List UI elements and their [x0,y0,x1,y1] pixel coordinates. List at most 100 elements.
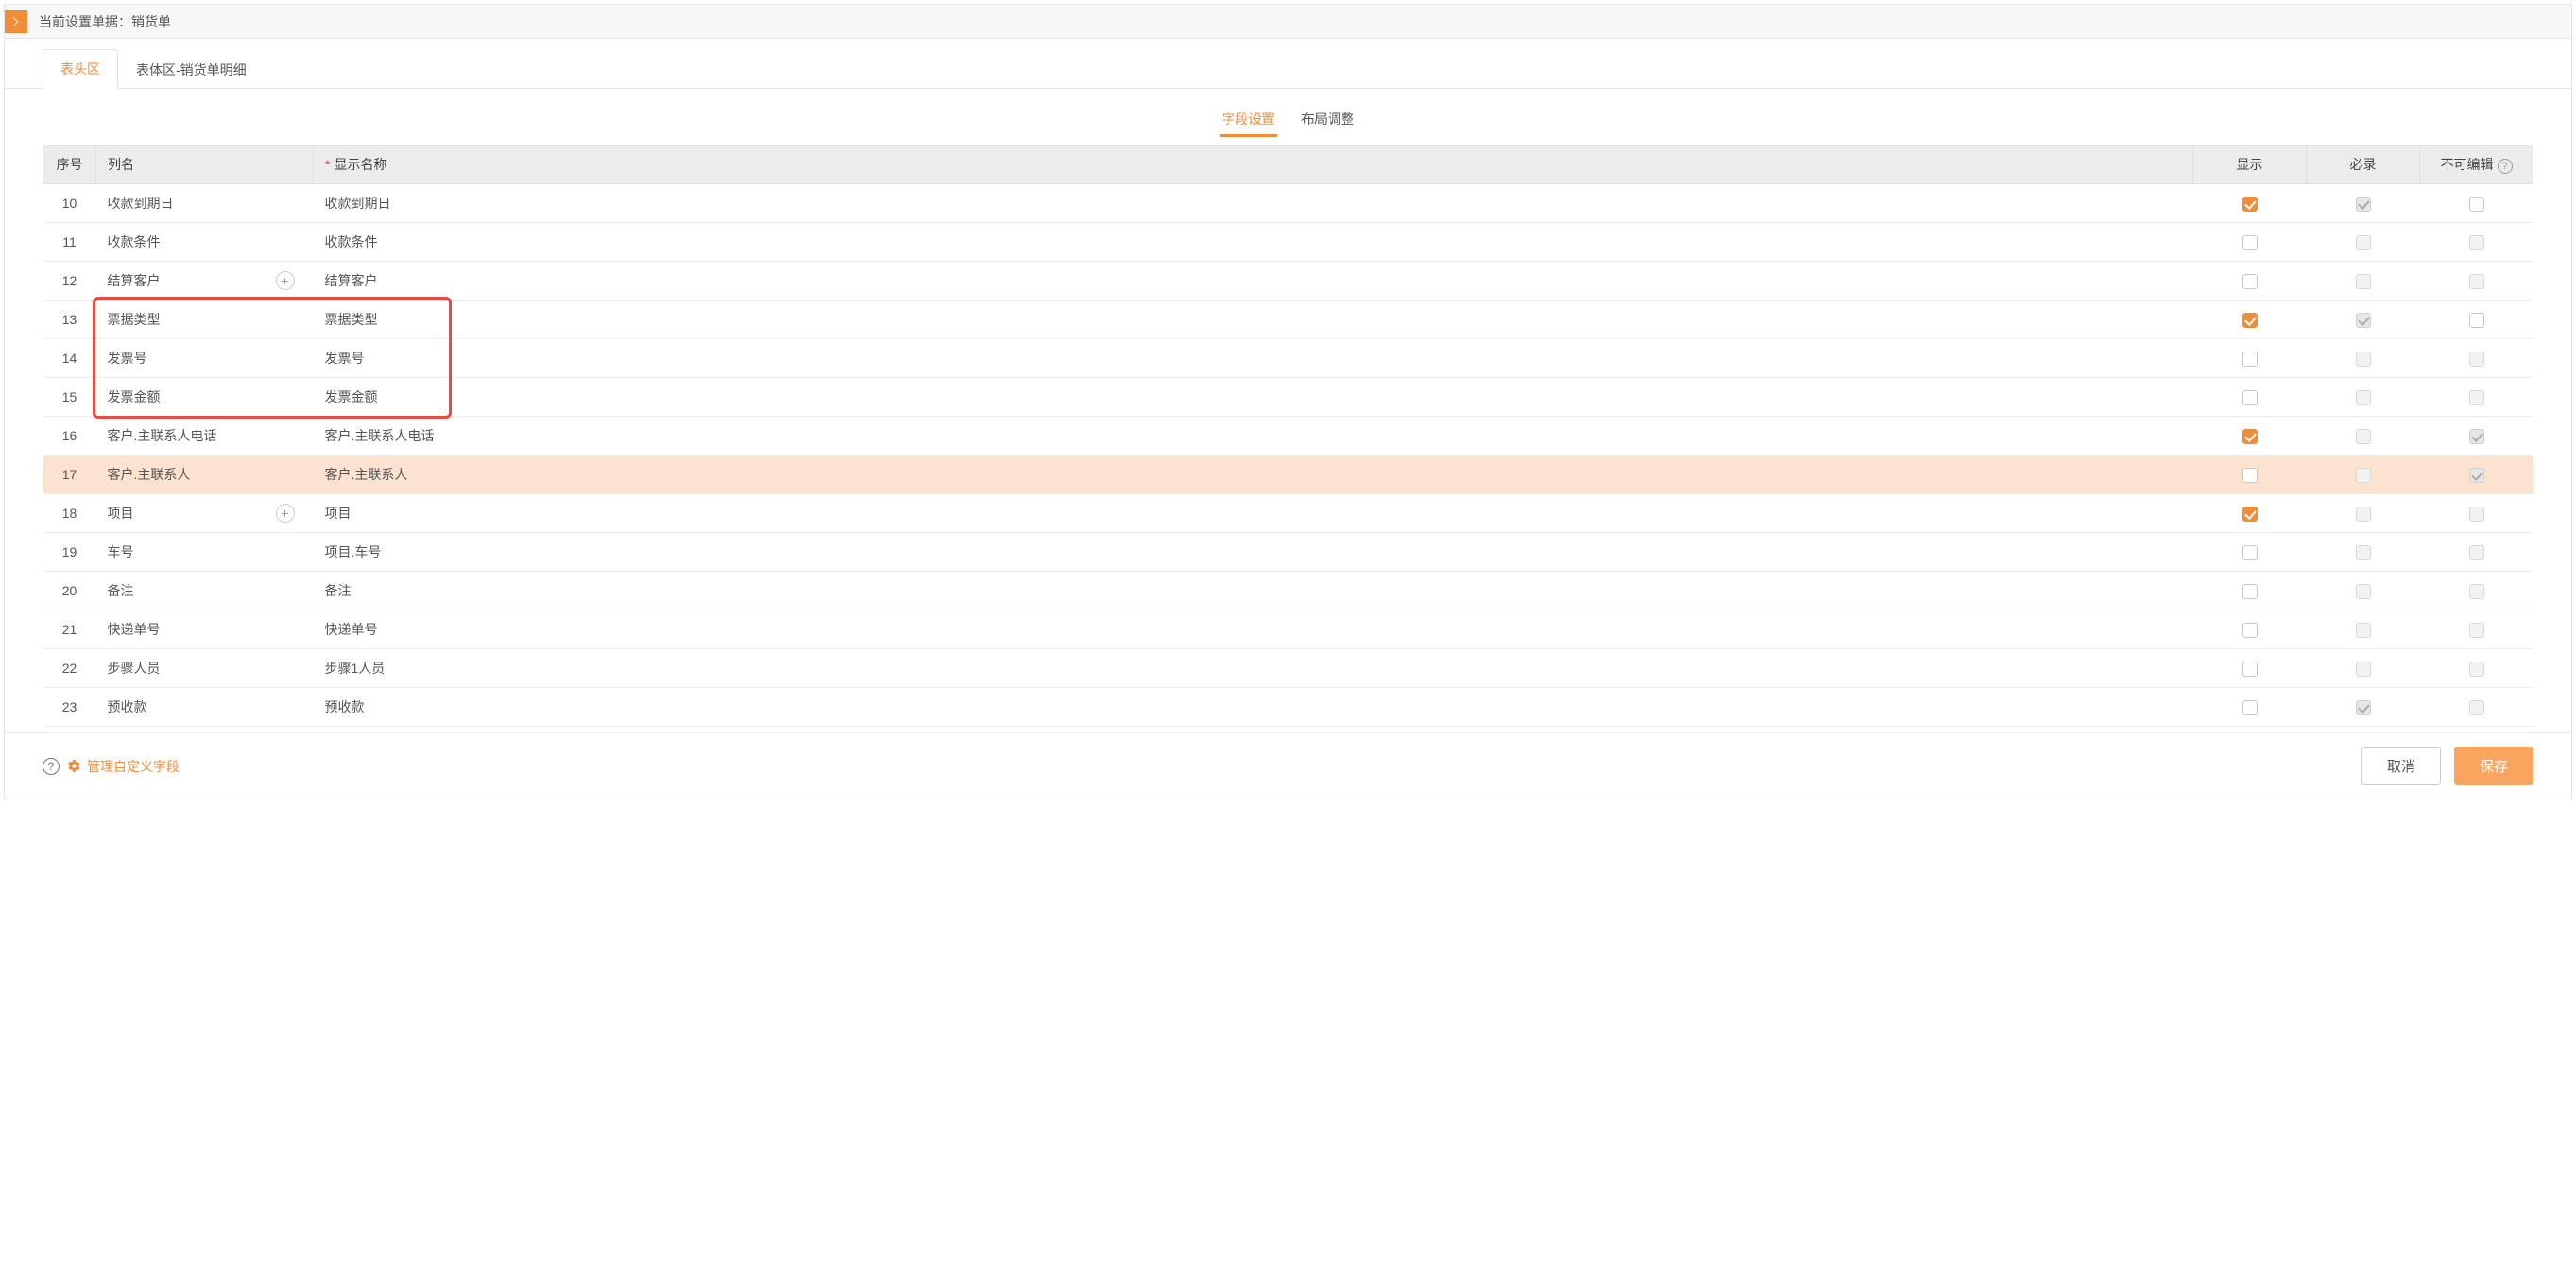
table-row: 23预收款预收款 [43,688,2533,727]
th-display-label: 显示名称 [334,157,386,172]
checkbox-required [2356,700,2371,715]
fields-table-wrap: 序号 列名 *显示名称 显示 必录 不可编辑? 10收款到期日收款到期日11收款… [5,145,2571,732]
row-index: 14 [43,339,96,378]
checkbox-show[interactable] [2242,623,2258,638]
help-icon[interactable]: ? [2498,159,2513,174]
row-display-name[interactable]: 收款到期日 [314,184,2193,223]
cancel-button[interactable]: 取消 [2361,747,2441,785]
checkbox-noneditable [2469,584,2484,599]
checkbox-show[interactable] [2242,468,2258,483]
add-child-icon[interactable]: + [276,271,295,290]
table-row: 15发票金额发票金额 [43,378,2533,417]
th-display: * 显示名称 [314,146,2193,184]
table-row: 10收款到期日收款到期日 [43,184,2533,223]
manage-custom-fields-link[interactable]: 管理自定义字段 [67,757,180,776]
checkbox-noneditable [2469,352,2484,367]
row-index: 18 [43,494,96,533]
row-column-name: 备注 [96,572,314,610]
table-row: 11收款条件收款条件 [43,223,2533,262]
checkbox-noneditable [2469,507,2484,522]
row-display-name[interactable]: 备注 [314,572,2193,610]
row-index: 10 [43,184,96,223]
checkbox-noneditable [2469,662,2484,677]
checkbox-show[interactable] [2242,662,2258,677]
checkbox-noneditable [2469,390,2484,405]
sub-tabs: 字段设置布局调整 [5,89,2571,145]
footer-bar: ? 管理自定义字段 取消 保存 [5,732,2571,799]
table-row: 18项目+项目 [43,494,2533,533]
row-column-name: 收款到期日 [96,184,314,223]
checkbox-show[interactable] [2242,197,2258,212]
row-index: 22 [43,649,96,688]
checkbox-show[interactable] [2242,700,2258,715]
checkbox-show[interactable] [2242,390,2258,405]
checkbox-required [2356,584,2371,599]
table-row: 13票据类型票据类型 [43,301,2533,339]
row-column-name: 客户.主联系人电话 [96,417,314,456]
table-row: 12结算客户+结算客户 [43,262,2533,301]
checkbox-show[interactable] [2242,274,2258,289]
checkbox-show[interactable] [2242,584,2258,599]
fields-table: 序号 列名 *显示名称 显示 必录 不可编辑? 10收款到期日收款到期日11收款… [43,145,2533,727]
th-show: 显示 [2193,146,2307,184]
add-child-icon[interactable]: + [276,504,295,523]
checkbox-show[interactable] [2242,507,2258,522]
checkbox-noneditable [2469,623,2484,638]
checkbox-show[interactable] [2242,352,2258,367]
tab-header-area[interactable]: 表头区 [43,49,118,89]
checkbox-noneditable [2469,545,2484,560]
th-index: 序号 [43,146,96,184]
checkbox-show[interactable] [2242,429,2258,444]
th-noneditable: 不可编辑? [2420,146,2533,184]
checkbox-show[interactable] [2242,545,2258,560]
checkbox-noneditable [2469,468,2484,483]
checkbox-noneditable[interactable] [2469,197,2484,212]
checkbox-noneditable [2469,429,2484,444]
checkbox-required [2356,507,2371,522]
subtab-field-settings[interactable]: 字段设置 [1220,104,1277,137]
th-required: 必录 [2307,146,2420,184]
table-row: 19车号项目.车号 [43,533,2533,572]
save-button[interactable]: 保存 [2454,747,2533,785]
row-index: 23 [43,688,96,727]
checkbox-required [2356,352,2371,367]
row-display-name[interactable]: 步骤1人员 [314,649,2193,688]
checkbox-noneditable[interactable] [2469,313,2484,328]
row-column-name: 收款条件 [96,223,314,262]
row-display-name[interactable]: 发票金额 [314,378,2193,417]
row-display-name[interactable]: 快递单号 [314,610,2193,649]
row-display-name[interactable]: 项目 [314,494,2193,533]
checkbox-required [2356,390,2371,405]
row-display-name[interactable]: 预收款 [314,688,2193,727]
table-row: 17客户.主联系人客户.主联系人 [43,456,2533,494]
checkbox-show[interactable] [2242,313,2258,328]
row-display-name[interactable]: 项目.车号 [314,533,2193,572]
question-icon[interactable]: ? [43,758,60,775]
row-index: 13 [43,301,96,339]
row-column-name: 发票号 [96,339,314,378]
breadcrumb: 当前设置单据：销货单 [39,12,171,31]
checkbox-required [2356,274,2371,289]
row-index: 19 [43,533,96,572]
table-row: 14发票号发票号 [43,339,2533,378]
checkbox-required [2356,468,2371,483]
row-display-name[interactable]: 票据类型 [314,301,2193,339]
row-display-name[interactable]: 客户.主联系人电话 [314,417,2193,456]
row-index: 20 [43,572,96,610]
checkbox-show[interactable] [2242,235,2258,250]
required-star-icon: * [325,157,330,172]
row-display-name[interactable]: 发票号 [314,339,2193,378]
subtab-layout-adjust[interactable]: 布局调整 [1299,104,1356,137]
row-display-name[interactable]: 收款条件 [314,223,2193,262]
table-row: 16客户.主联系人电话客户.主联系人电话 [43,417,2533,456]
row-display-name[interactable]: 结算客户 [314,262,2193,301]
row-display-name[interactable]: 客户.主联系人 [314,456,2193,494]
tab-body-area[interactable]: 表体区-销货单明细 [118,50,265,89]
row-index: 11 [43,223,96,262]
th-noneditable-label: 不可编辑 [2441,157,2494,172]
checkbox-noneditable [2469,235,2484,250]
row-index: 21 [43,610,96,649]
row-column-name: 预收款 [96,688,314,727]
expand-panel-icon[interactable] [5,10,27,33]
checkbox-noneditable [2469,700,2484,715]
